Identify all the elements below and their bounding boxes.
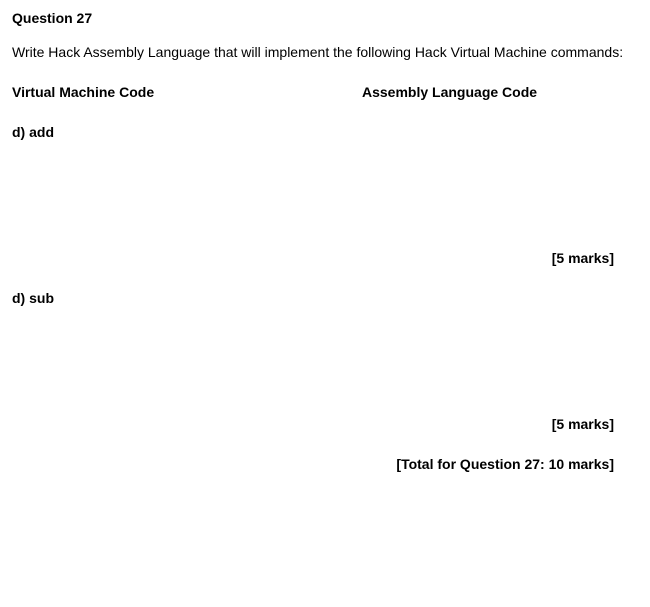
vm-code-header: Virtual Machine Code (12, 84, 362, 100)
part-d-sub-label: d) sub (12, 290, 638, 306)
part-d-add-marks: [5 marks] (12, 250, 638, 266)
question-title: Question 27 (12, 10, 638, 26)
part-d-sub-marks: [5 marks] (12, 416, 638, 432)
asm-code-header: Assembly Language Code (362, 84, 638, 100)
question-total-marks: [Total for Question 27: 10 marks] (12, 456, 638, 472)
column-headers: Virtual Machine Code Assembly Language C… (12, 84, 638, 100)
question-instruction: Write Hack Assembly Language that will i… (12, 44, 638, 60)
part-d-add-label: d) add (12, 124, 638, 140)
